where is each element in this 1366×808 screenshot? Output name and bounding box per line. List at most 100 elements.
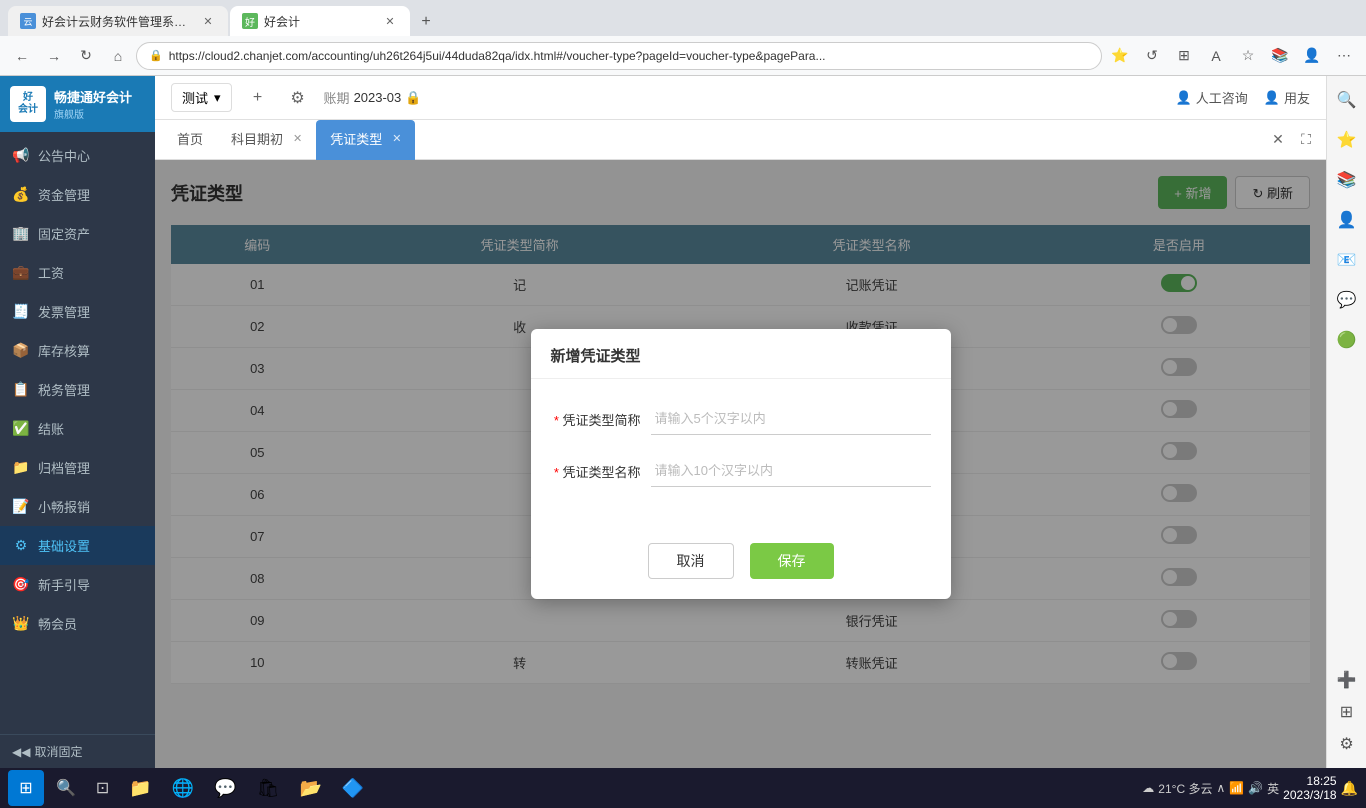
taskbar-store[interactable]: 🛍 bbox=[249, 772, 288, 804]
sidebar-logo: 好会计 bbox=[10, 86, 46, 122]
right-outlook-icon[interactable]: 📧 bbox=[1331, 244, 1363, 276]
consultation-label: 人工咨询 bbox=[1196, 88, 1248, 107]
tab-close-1[interactable]: ✕ bbox=[200, 13, 216, 29]
modal-overlay: 新增凭证类型 凭证类型简称 凭证类型名称 bbox=[155, 160, 1326, 768]
right-settings-icon[interactable]: ⚙ bbox=[1331, 728, 1363, 760]
right-star-icon[interactable]: ⭐ bbox=[1331, 124, 1363, 156]
right-add-icon[interactable]: ➕ bbox=[1331, 664, 1363, 696]
tab-title-1: 好会计云财务软件管理系统_会计 bbox=[42, 13, 194, 30]
workspace-selector[interactable]: 测试 ▾ bbox=[171, 83, 232, 112]
taskbar-chrome[interactable]: 🌐 bbox=[164, 772, 202, 804]
cancel-button[interactable]: 取消 bbox=[648, 543, 734, 579]
sidebar-item-member[interactable]: 👑 畅会员 bbox=[0, 604, 155, 643]
sidebar-item-payroll[interactable]: 💼 工资 bbox=[0, 253, 155, 292]
start-button[interactable]: ⊞ bbox=[8, 770, 44, 806]
expense-icon: 📝 bbox=[12, 498, 30, 516]
sidebar-item-inventory[interactable]: 📦 库存核算 bbox=[0, 331, 155, 370]
input-method[interactable]: 英 bbox=[1267, 780, 1279, 797]
right-teams-icon[interactable]: 💬 bbox=[1331, 284, 1363, 316]
right-apps-icon[interactable]: 🟢 bbox=[1331, 324, 1363, 356]
tab-subject-label: 科目期初 bbox=[231, 129, 283, 148]
sidebar-item-guide[interactable]: 🎯 新手引导 bbox=[0, 565, 155, 604]
extensions-button[interactable]: ⭐ bbox=[1106, 42, 1134, 70]
browser-controls: ← → ↻ ⌂ 🔒 https://cloud2.chanjet.com/acc… bbox=[0, 36, 1366, 76]
inventory-icon: 📦 bbox=[12, 342, 30, 360]
fav-button[interactable]: ☆ bbox=[1234, 42, 1262, 70]
sidebar-title: 畅捷通好会计 bbox=[54, 87, 132, 106]
right-user-icon[interactable]: 👤 bbox=[1331, 204, 1363, 236]
sidebar: 好会计 畅捷通好会计 旗舰版 📢 公告中心 💰 资金管理 🏢 固定资产 💼 bbox=[0, 76, 155, 768]
back-button[interactable]: ← bbox=[8, 42, 36, 70]
settings-topbar-button[interactable]: ⚙ bbox=[284, 84, 312, 112]
fund-icon: 💰 bbox=[12, 186, 30, 204]
sidebar-item-announcement[interactable]: 📢 公告中心 bbox=[0, 136, 155, 175]
taskbar-search[interactable]: 🔍 bbox=[48, 772, 84, 804]
notification-icon[interactable]: 🔔 bbox=[1341, 780, 1358, 797]
sidebar-toggle[interactable]: ⊞ bbox=[1170, 42, 1198, 70]
sidebar-item-settings[interactable]: ⚙ 基础设置 bbox=[0, 526, 155, 565]
font-button[interactable]: A bbox=[1202, 42, 1230, 70]
tab-subject-close[interactable]: ✕ bbox=[293, 132, 302, 145]
sidebar-item-settlement[interactable]: ✅ 结账 bbox=[0, 409, 155, 448]
tab-close-2[interactable]: ✕ bbox=[382, 13, 398, 29]
taskbar-explorer[interactable]: 📁 bbox=[121, 772, 159, 804]
right-grid-icon[interactable]: ⊞ bbox=[1331, 696, 1363, 728]
unpin-button[interactable]: ◀◀ 取消固定 bbox=[12, 743, 143, 760]
sidebar-item-archive[interactable]: 📁 归档管理 bbox=[0, 448, 155, 487]
short-name-label: 凭证类型简称 bbox=[551, 410, 641, 429]
tab-subject[interactable]: 科目期初 ✕ bbox=[217, 120, 316, 160]
consultation-button[interactable]: 👤 人工咨询 bbox=[1176, 88, 1248, 107]
home-button[interactable]: ⌂ bbox=[104, 42, 132, 70]
save-button[interactable]: 保存 bbox=[750, 543, 834, 579]
address-bar[interactable]: 🔒 https://cloud2.chanjet.com/accounting/… bbox=[136, 42, 1102, 70]
sidebar-item-invoice[interactable]: 🧾 发票管理 bbox=[0, 292, 155, 331]
browser-tab-1[interactable]: 云 好会计云财务软件管理系统_会计 ✕ bbox=[8, 6, 228, 36]
sidebar-item-fund[interactable]: 💰 资金管理 bbox=[0, 175, 155, 214]
tab-voucher-type[interactable]: 凭证类型 ✕ bbox=[316, 120, 415, 160]
short-name-row: 凭证类型简称 bbox=[551, 403, 931, 435]
menu-button[interactable]: ⋯ bbox=[1330, 42, 1358, 70]
sidebar-item-expense[interactable]: 📝 小畅报销 bbox=[0, 487, 155, 526]
consultation-icon: 👤 bbox=[1176, 90, 1192, 106]
tab-voucher-type-close[interactable]: ✕ bbox=[392, 132, 401, 145]
user-button[interactable]: 👤 用友 bbox=[1264, 88, 1310, 107]
tab-maximize-button[interactable]: ⛶ bbox=[1294, 128, 1318, 152]
full-name-input[interactable] bbox=[651, 455, 931, 487]
reload-page-button[interactable]: ↺ bbox=[1138, 42, 1166, 70]
tab-minimize-button[interactable]: ✕ bbox=[1266, 128, 1290, 152]
new-tab-button[interactable]: + bbox=[412, 8, 440, 36]
tax-icon: 📋 bbox=[12, 381, 30, 399]
taskview-icon: ⊡ bbox=[96, 778, 109, 798]
address-text: https://cloud2.chanjet.com/accounting/uh… bbox=[169, 49, 1089, 63]
weather-text: 21°C 多云 bbox=[1158, 780, 1212, 797]
sidebar-label-settlement: 结账 bbox=[38, 419, 64, 438]
browser-tab-2[interactable]: 好 好会计 ✕ bbox=[230, 6, 410, 36]
windows-icon: ⊞ bbox=[19, 778, 32, 798]
taskbar-edge[interactable]: 🔷 bbox=[334, 772, 372, 804]
sidebar-item-tax[interactable]: 📋 税务管理 bbox=[0, 370, 155, 409]
reload-button[interactable]: ↻ bbox=[72, 42, 100, 70]
taskbar-up-arrow: ∧ bbox=[1216, 781, 1225, 795]
add-workspace-button[interactable]: + bbox=[244, 84, 272, 112]
forward-button[interactable]: → bbox=[40, 42, 68, 70]
taskbar-folder[interactable]: 📂 bbox=[291, 772, 329, 804]
right-sidebar: 🔍 ⭐ 📚 👤 📧 💬 🟢 ➕ ⊞ ⚙ bbox=[1326, 76, 1366, 768]
sidebar-label-inventory: 库存核算 bbox=[38, 341, 90, 360]
settings-icon: ⚙ bbox=[12, 537, 30, 555]
taskbar-taskview[interactable]: ⊡ bbox=[88, 772, 117, 804]
sidebar-item-fixed-asset[interactable]: 🏢 固定资产 bbox=[0, 214, 155, 253]
archive-icon: 📁 bbox=[12, 459, 30, 477]
tab-home[interactable]: 首页 bbox=[163, 120, 217, 160]
short-name-input[interactable] bbox=[651, 403, 931, 435]
collection-button[interactable]: 📚 bbox=[1266, 42, 1294, 70]
right-search-icon[interactable]: 🔍 bbox=[1331, 84, 1363, 116]
full-name-row: 凭证类型名称 bbox=[551, 455, 931, 487]
tab-title-2: 好会计 bbox=[264, 13, 376, 30]
right-collection-icon[interactable]: 📚 bbox=[1331, 164, 1363, 196]
profile-button[interactable]: 👤 bbox=[1298, 42, 1326, 70]
taskbar: ⊞ 🔍 ⊡ 📁 🌐 💬 🛍 📂 🔷 ☁ 21°C 多云 ∧ 📶 🔊 英 18:2… bbox=[0, 768, 1366, 808]
tab-home-label: 首页 bbox=[177, 129, 203, 148]
app-container: 好会计 畅捷通好会计 旗舰版 📢 公告中心 💰 资金管理 🏢 固定资产 💼 bbox=[0, 76, 1366, 768]
sound-icon: 🔊 bbox=[1248, 781, 1263, 795]
taskbar-wechat[interactable]: 💬 bbox=[206, 772, 244, 804]
